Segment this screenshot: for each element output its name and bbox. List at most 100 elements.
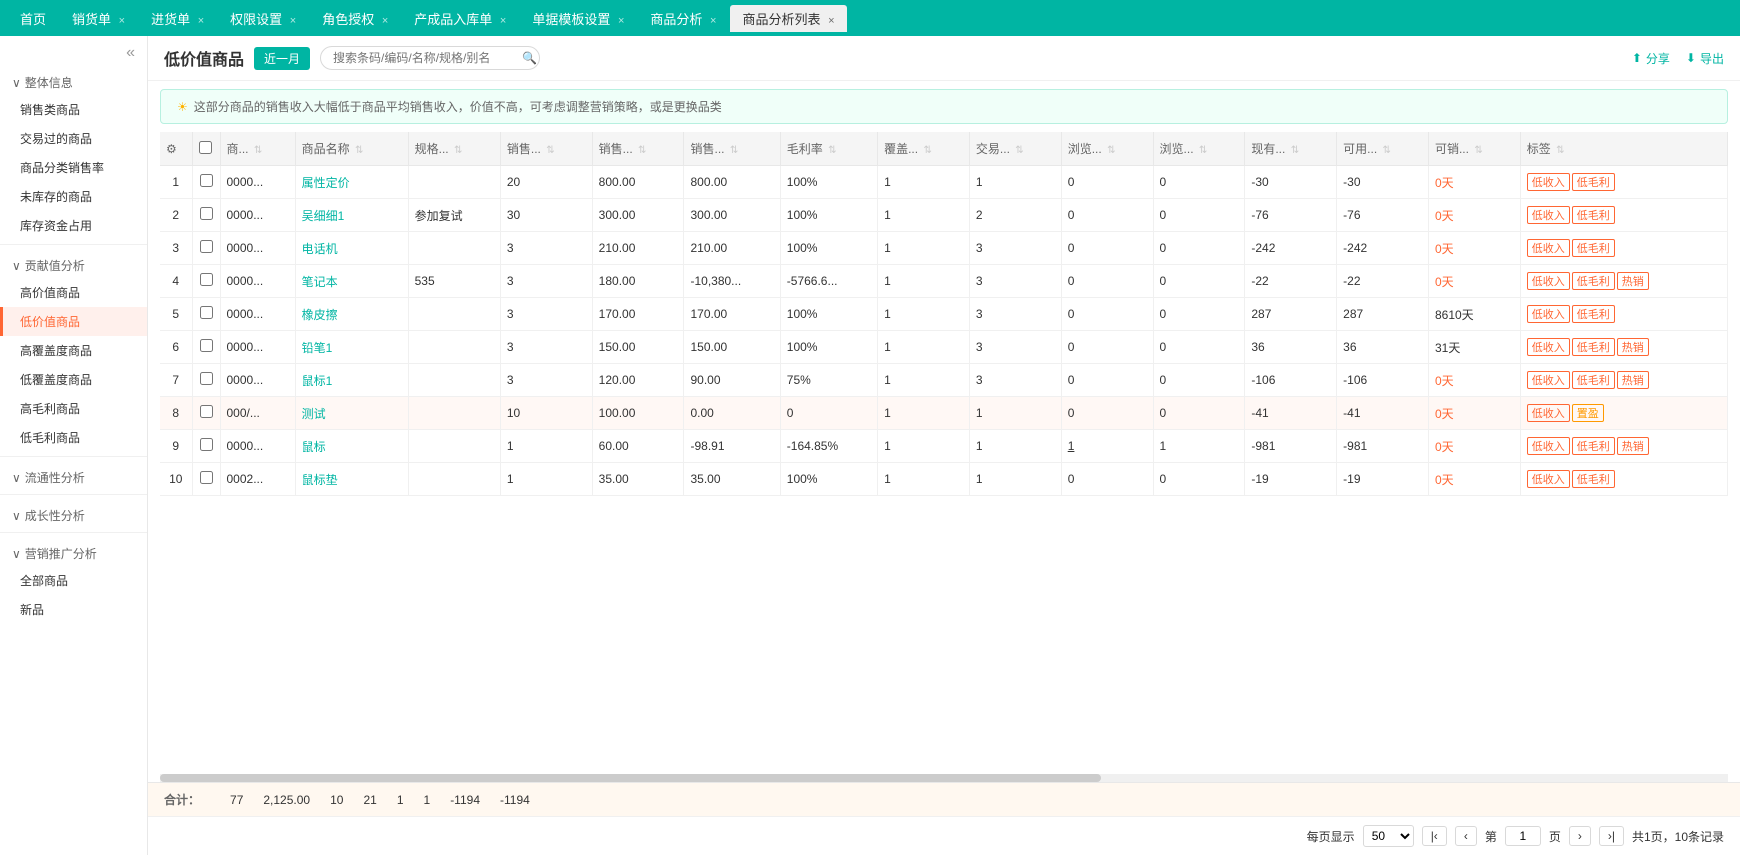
row-browse1[interactable]: 0	[1061, 397, 1153, 430]
row-name[interactable]: 测试	[295, 397, 408, 430]
row-select-checkbox[interactable]	[200, 273, 213, 286]
row-name[interactable]: 铅笔1	[295, 331, 408, 364]
sidebar-item-high-coverage[interactable]: 高覆盖度商品	[0, 336, 147, 365]
sidebar-group-growth[interactable]: ∨ 成长性分析	[0, 499, 147, 528]
arrow-right-icon: ∨	[12, 471, 21, 485]
sidebar-item-stock-fund[interactable]: 库存资金占用	[0, 211, 147, 240]
row-name[interactable]: 鼠标垫	[295, 463, 408, 496]
nav-product-warehouse[interactable]: 产成品入库单 ×	[402, 5, 518, 32]
row-profit: 75%	[780, 364, 877, 397]
row-price: 60.00	[592, 430, 684, 463]
row-name[interactable]: 鼠标1	[295, 364, 408, 397]
th-profit-rate: 毛利率 ⇅	[780, 132, 877, 166]
row-checkbox[interactable]	[192, 298, 220, 331]
nav-home[interactable]: 首页	[8, 5, 58, 32]
row-checkbox[interactable]	[192, 463, 220, 496]
row-coverage: 1	[878, 232, 970, 265]
browse-link[interactable]: 1	[1068, 439, 1075, 453]
row-checkbox[interactable]	[192, 166, 220, 199]
select-all-checkbox[interactable]	[199, 141, 212, 154]
horizontal-scrollbar[interactable]	[160, 774, 1728, 782]
sidebar-group-overall[interactable]: ∨ 整体信息	[0, 66, 147, 95]
row-select-checkbox[interactable]	[200, 174, 213, 187]
row-qty: 10	[500, 397, 592, 430]
footer-stock1: -1194	[450, 793, 480, 807]
row-stock1: -106	[1245, 364, 1337, 397]
row-name[interactable]: 鼠标	[295, 430, 408, 463]
row-browse1[interactable]: 0	[1061, 364, 1153, 397]
page-number-input[interactable]	[1505, 826, 1541, 846]
sidebar-item-new-products[interactable]: 新品	[0, 595, 147, 624]
row-name[interactable]: 笔记本	[295, 265, 408, 298]
row-browse1[interactable]: 0	[1061, 199, 1153, 232]
row-browse1[interactable]: 0	[1061, 331, 1153, 364]
last-page-btn[interactable]: ›|	[1599, 826, 1624, 846]
sidebar-group-liquidity[interactable]: ∨ 流通性分析	[0, 461, 147, 490]
row-select-checkbox[interactable]	[200, 240, 213, 253]
search-input[interactable]	[320, 46, 540, 70]
nav-sales-order[interactable]: 销货单 ×	[60, 5, 137, 32]
row-checkbox[interactable]	[192, 364, 220, 397]
period-button[interactable]: 近一月	[254, 47, 310, 70]
row-browse1[interactable]: 0	[1061, 463, 1153, 496]
column-config-icon[interactable]: ⚙	[166, 142, 177, 156]
row-select-checkbox[interactable]	[200, 372, 213, 385]
next-page-btn[interactable]: ›	[1569, 826, 1591, 846]
row-amount: -10,380...	[684, 265, 780, 298]
row-name[interactable]: 电话机	[295, 232, 408, 265]
search-icon[interactable]: 🔍	[522, 51, 537, 65]
row-checkbox[interactable]	[192, 331, 220, 364]
page-size-select[interactable]: 50 100 200	[1363, 825, 1414, 847]
row-checkbox[interactable]	[192, 430, 220, 463]
nav-product-analysis-list[interactable]: 商品分析列表 ×	[730, 5, 846, 32]
row-name[interactable]: 属性定价	[295, 166, 408, 199]
row-select-checkbox[interactable]	[200, 405, 213, 418]
sidebar-item-category-rate[interactable]: 商品分类销售率	[0, 153, 147, 182]
row-code: 000/...	[220, 397, 295, 430]
row-select-checkbox[interactable]	[200, 471, 213, 484]
prev-page-btn[interactable]: ‹	[1455, 826, 1477, 846]
row-browse1[interactable]: 0	[1061, 298, 1153, 331]
row-name[interactable]: 吴细细1	[295, 199, 408, 232]
sidebar-item-low-coverage[interactable]: 低覆盖度商品	[0, 365, 147, 394]
row-select-checkbox[interactable]	[200, 438, 213, 451]
row-browse1[interactable]: 1	[1061, 430, 1153, 463]
row-browse1[interactable]: 0	[1061, 265, 1153, 298]
sidebar-item-low-profit[interactable]: 低毛利商品	[0, 423, 147, 452]
sidebar-item-high-value[interactable]: 高价值商品	[0, 278, 147, 307]
sidebar-item-high-profit[interactable]: 高毛利商品	[0, 394, 147, 423]
page-title: 低价值商品	[164, 46, 244, 70]
row-num: 9	[160, 430, 192, 463]
sidebar-item-low-value[interactable]: 低价值商品	[0, 307, 147, 336]
sidebar-group-contribution[interactable]: ∨ 贡献值分析	[0, 249, 147, 278]
first-page-btn[interactable]: |‹	[1422, 826, 1447, 846]
row-select-checkbox[interactable]	[200, 339, 213, 352]
row-days: 0天	[1428, 166, 1520, 199]
sidebar-item-traded-products[interactable]: 交易过的商品	[0, 124, 147, 153]
row-select-checkbox[interactable]	[200, 207, 213, 220]
row-checkbox[interactable]	[192, 199, 220, 232]
sidebar-item-all-products[interactable]: 全部商品	[0, 566, 147, 595]
row-browse1[interactable]: 0	[1061, 232, 1153, 265]
nav-role-auth[interactable]: 角色授权 ×	[310, 5, 400, 32]
scroll-thumb[interactable]	[160, 774, 1101, 782]
footer-trade: 21	[363, 793, 376, 807]
row-code: 0000...	[220, 430, 295, 463]
share-button[interactable]: ⬆ 分享	[1632, 50, 1670, 67]
sidebar-group-marketing[interactable]: ∨ 营销推广分析	[0, 537, 147, 566]
sidebar-item-no-stock[interactable]: 未库存的商品	[0, 182, 147, 211]
row-checkbox[interactable]	[192, 265, 220, 298]
nav-purchase-order[interactable]: 进货单 ×	[139, 5, 216, 32]
nav-permission[interactable]: 权限设置 ×	[218, 5, 308, 32]
nav-product-analysis[interactable]: 商品分析 ×	[638, 5, 728, 32]
row-browse1[interactable]: 0	[1061, 166, 1153, 199]
sidebar-item-sales-products[interactable]: 销售类商品	[0, 95, 147, 124]
row-select-checkbox[interactable]	[200, 306, 213, 319]
sidebar-collapse-btn[interactable]: «	[126, 44, 135, 62]
row-checkbox[interactable]	[192, 397, 220, 430]
export-button[interactable]: ⬇ 导出	[1686, 50, 1724, 67]
row-name[interactable]: 橡皮擦	[295, 298, 408, 331]
row-checkbox[interactable]	[192, 232, 220, 265]
nav-template-settings[interactable]: 单据模板设置 ×	[520, 5, 636, 32]
th-price: 销售... ⇅	[592, 132, 684, 166]
